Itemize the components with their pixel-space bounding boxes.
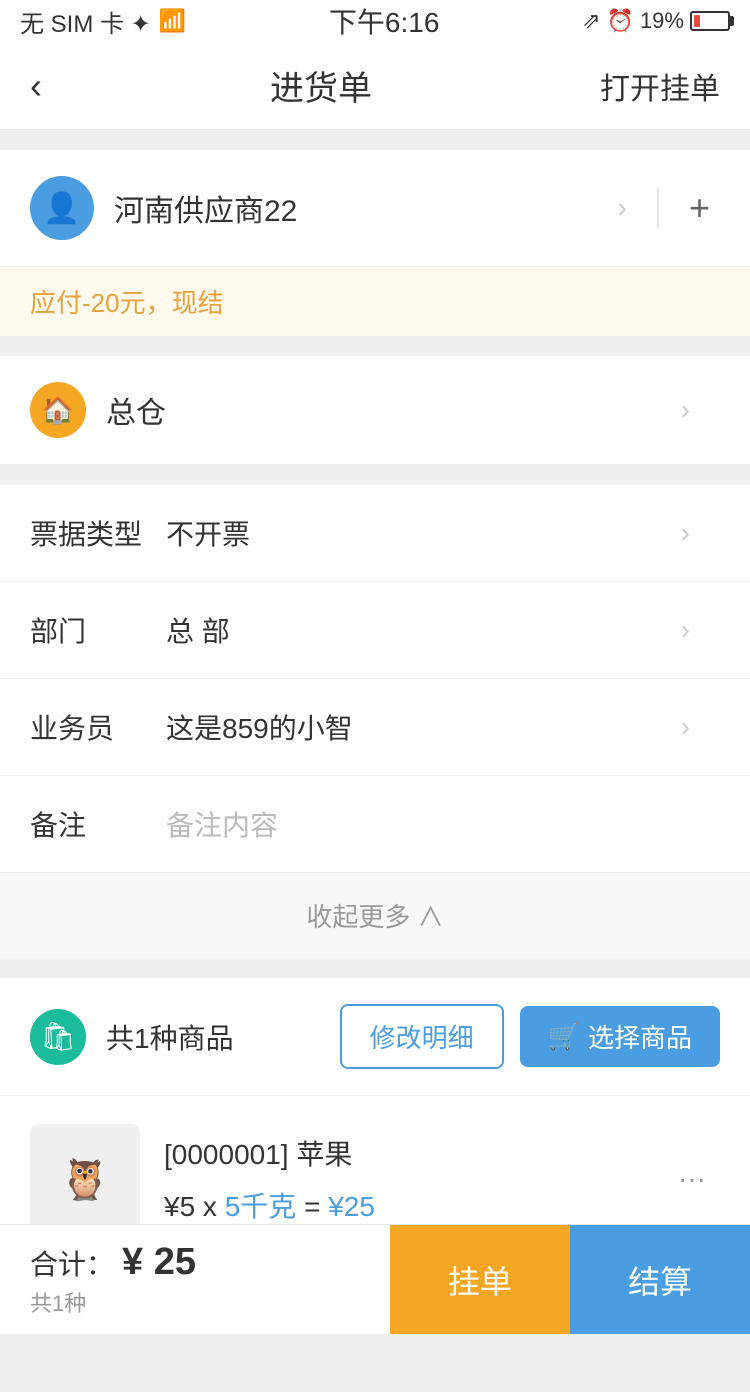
cart-icon: 🛍 (40, 1020, 76, 1053)
warehouse-icon: 🏠 (30, 382, 86, 438)
total-section: 合计： ¥ 25 共1种 (0, 1225, 390, 1334)
wifi-icon: 📶 (159, 8, 186, 34)
section-divider-3 (0, 464, 750, 484)
total-amount: ¥ 25 (122, 1241, 196, 1284)
open-hang-button[interactable]: 打开挂单 (600, 64, 720, 108)
add-supplier-button[interactable]: + (679, 187, 720, 229)
form-row-department[interactable]: 部门 总 部 › (0, 581, 750, 678)
invoice-type-label: 票据类型 (30, 513, 150, 553)
note-label: 备注 (30, 804, 150, 844)
supplier-divider (657, 188, 659, 228)
settle-button[interactable]: 结算 (570, 1225, 750, 1334)
department-value: 总 部 (150, 610, 681, 650)
form-row-salesperson[interactable]: 业务员 这是859的小智 › (0, 678, 750, 775)
select-product-icon: 🛒 (548, 1021, 580, 1052)
total-count: 共1种 (30, 1286, 196, 1318)
warehouse-arrow-icon: › (681, 394, 690, 426)
page-title: 进货单 (270, 61, 372, 110)
salesperson-label: 业务员 (30, 707, 150, 747)
form-row-invoice-type[interactable]: 票据类型 不开票 › (0, 484, 750, 581)
form-row-note[interactable]: 备注 备注内容 (0, 775, 750, 872)
note-input[interactable]: 备注内容 (150, 804, 720, 844)
warehouse-section: 🏠 总仓 › (0, 356, 750, 464)
location-icon: ⇗ (582, 8, 600, 34)
product-info: [0000001] 苹果 ¥5 x 5千克 = ¥25 (164, 1133, 664, 1225)
product-code: [0000001] (164, 1139, 296, 1170)
back-button[interactable]: ‹ (30, 65, 42, 107)
collapse-button[interactable]: 收起更多 ∧ (0, 872, 750, 958)
products-section: 🛍 共1种商品 修改明细 🛒 选择商品 🦉 [0000001] 苹果 ¥5 x … (0, 978, 750, 1262)
equals: = (304, 1191, 328, 1222)
section-divider-1 (0, 130, 750, 150)
supplier-name: 河南供应商22 (114, 186, 618, 230)
supplier-section: 👤 河南供应商22 › + 应付-20元，现结 (0, 150, 750, 336)
sim-status: 无 SIM 卡 ✦ (20, 4, 151, 39)
invoice-type-value: 不开票 (150, 513, 681, 553)
bottom-bar: 合计： ¥ 25 共1种 挂单 结算 (0, 1224, 750, 1334)
total-info: 合计： ¥ 25 共1种 (30, 1241, 196, 1318)
alarm-icon: ⏰ (607, 8, 634, 34)
supplier-row[interactable]: 👤 河南供应商22 › + (0, 150, 750, 267)
form-section: 票据类型 不开票 › 部门 总 部 › 业务员 这是859的小智 › 备注 备注… (0, 484, 750, 958)
nav-bar: ‹ 进货单 打开挂单 (0, 42, 750, 130)
owl-logo: 🦉 (60, 1156, 110, 1203)
product-name: [0000001] 苹果 (164, 1133, 664, 1173)
department-arrow: › (681, 614, 690, 646)
section-divider-2 (0, 336, 750, 356)
status-left: 无 SIM 卡 ✦ 📶 (20, 4, 186, 39)
battery-percent: 19% (640, 8, 684, 34)
battery-icon (690, 11, 730, 31)
invoice-type-arrow: › (681, 517, 690, 549)
warehouse-name: 总仓 (106, 388, 681, 432)
modify-detail-button[interactable]: 修改明细 (340, 1004, 504, 1069)
total-price: ¥25 (328, 1191, 375, 1222)
status-bar: 无 SIM 卡 ✦ 📶 下午6:16 ⇗ ⏰ 19% (0, 0, 750, 42)
products-header: 🛍 共1种商品 修改明细 🛒 选择商品 (0, 978, 750, 1095)
warehouse-row[interactable]: 🏠 总仓 › (0, 356, 750, 464)
quantity: 5千克 (225, 1191, 297, 1222)
department-label: 部门 (30, 610, 150, 650)
product-more-button[interactable]: ··· (664, 1153, 720, 1205)
select-product-button[interactable]: 🛒 选择商品 (520, 1006, 720, 1067)
supplier-notice: 应付-20元，现结 (0, 267, 750, 336)
supplier-arrow-icon: › (618, 192, 627, 224)
avatar-icon: 👤 (43, 191, 80, 226)
supplier-avatar: 👤 (30, 176, 94, 240)
products-icon: 🛍 (30, 1009, 86, 1065)
product-price: ¥5 x 5千克 = ¥25 (164, 1185, 664, 1225)
unit-price: ¥5 x (164, 1191, 225, 1222)
select-product-label: 选择商品 (588, 1018, 692, 1055)
hang-button[interactable]: 挂单 (390, 1225, 570, 1334)
total-label: 合计： (30, 1243, 114, 1283)
product-thumbnail: 🦉 (30, 1124, 140, 1234)
status-right: ⇗ ⏰ 19% (582, 8, 730, 34)
salesperson-value: 这是859的小智 (150, 707, 681, 747)
salesperson-arrow: › (681, 711, 690, 743)
products-count: 共1种商品 (106, 1017, 340, 1057)
status-time: 下午6:16 (329, 1, 440, 41)
product-title: 苹果 (296, 1139, 352, 1170)
